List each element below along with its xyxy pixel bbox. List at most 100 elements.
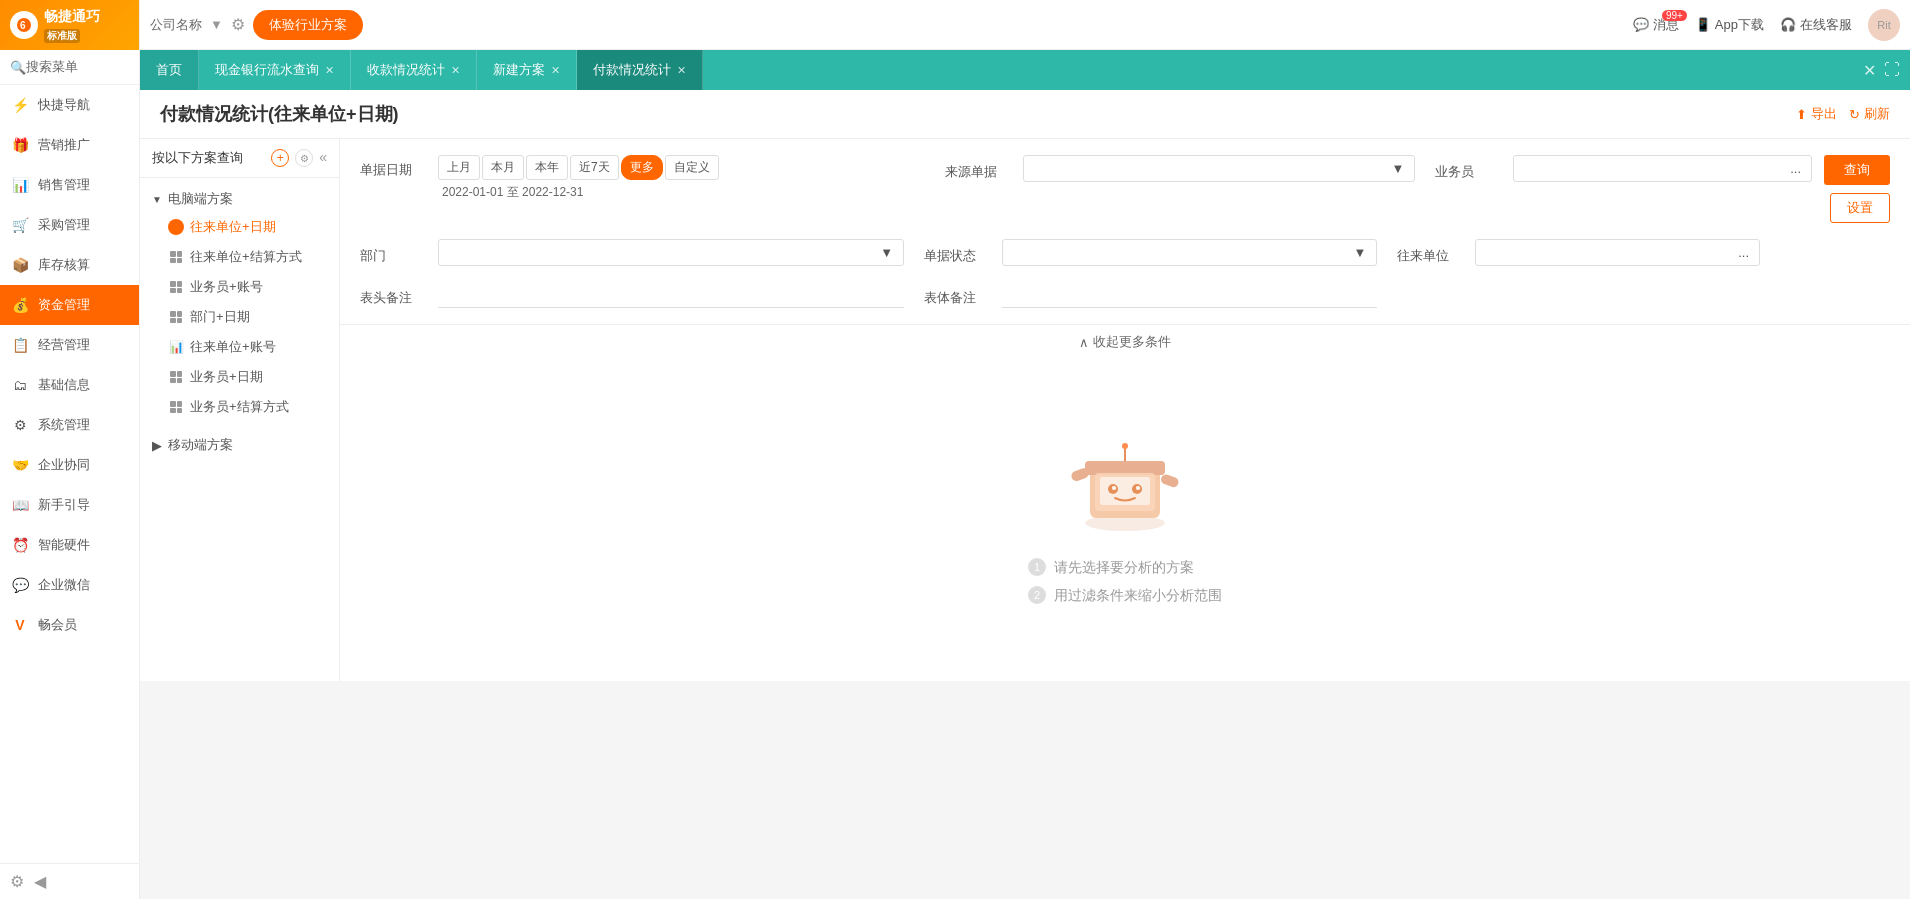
sidebar-item-enterprise[interactable]: 🤝 企业协同 <box>0 445 139 485</box>
sidebar-item-hardware[interactable]: ⏰ 智能硬件 <box>0 525 139 565</box>
note-head-input[interactable] <box>438 282 904 308</box>
tab-expand-icon[interactable]: ⛶ <box>1884 61 1900 79</box>
dept-select[interactable]: ▼ <box>438 239 904 266</box>
dept-dropdown-icon: ▼ <box>880 245 893 260</box>
tab-bank[interactable]: 现金银行流水查询 ✕ <box>199 50 351 90</box>
scheme-settings-btn[interactable]: ⚙ <box>295 149 313 167</box>
date-tab-last-7[interactable]: 近7天 <box>570 155 619 180</box>
hint-num-2: 2 <box>1028 586 1046 604</box>
member-icon: V <box>10 615 30 635</box>
sidebar-item-inventory[interactable]: 📦 库存核算 <box>0 245 139 285</box>
sidebar-item-operation[interactable]: 📋 经营管理 <box>0 325 139 365</box>
sidebar-item-search[interactable]: 🔍 搜索菜单 <box>0 50 139 85</box>
date-tab-this-year[interactable]: 本年 <box>526 155 568 180</box>
filter-row-2: 部门 ▼ 单据状态 ▼ <box>360 239 1890 266</box>
sidebar-item-system[interactable]: ⚙ 系统管理 <box>0 405 139 445</box>
trial-btn[interactable]: 体验行业方案 <box>253 10 363 40</box>
empty-hint: 1 请先选择要分析的方案 2 用过滤条件来缩小分析范围 <box>1028 553 1222 609</box>
collapse-more-btn[interactable]: ∧ 收起更多条件 <box>340 324 1910 359</box>
sidebar-item-finance[interactable]: 💰 资金管理 <box>0 285 139 325</box>
sidebar: 6 畅捷通巧 标准版 🔍 搜索菜单 ⚡ 快捷导航 🎁 营销推广 📊 销售管理 🛒… <box>0 0 140 899</box>
sidebar-settings-btn[interactable]: ⚙ <box>10 872 24 891</box>
tab-new-scheme-close-icon[interactable]: ✕ <box>551 64 560 77</box>
header-right: 💬 消息 99+ 📱 App下载 🎧 在线客服 Rit <box>1633 9 1900 41</box>
note-body-label: 表体备注 <box>924 283 994 307</box>
tab-new-scheme[interactable]: 新建方案 ✕ <box>477 50 577 90</box>
header-settings-icon[interactable]: ⚙ <box>231 15 245 34</box>
date-tab-last-month[interactable]: 上月 <box>438 155 480 180</box>
sidebar-item-wechat[interactable]: 💬 企业微信 <box>0 565 139 605</box>
tab-bank-close-icon[interactable]: ✕ <box>325 64 334 77</box>
scheme-item-dept-date[interactable]: 部门+日期 <box>140 302 339 332</box>
tab-receipt-close-icon[interactable]: ✕ <box>451 64 460 77</box>
salesman-select[interactable]: ... <box>1513 155 1812 182</box>
tab-payment-close-icon[interactable]: ✕ <box>677 64 686 77</box>
scheme-item-salesman-date[interactable]: 业务员+日期 <box>140 362 339 392</box>
empty-state: 1 请先选择要分析的方案 2 用过滤条件来缩小分析范围 <box>340 361 1910 681</box>
company-dropdown-icon[interactable]: ▼ <box>210 17 223 32</box>
app-download-btn[interactable]: 📱 App下载 <box>1695 16 1764 34</box>
scheme-panel: 按以下方案查询 + ⚙ « ▼ 电脑端方案 往来单位+日期 <box>140 139 340 681</box>
refresh-btn[interactable]: ↻ 刷新 <box>1849 105 1890 123</box>
partner-select[interactable]: ... <box>1475 239 1760 266</box>
sidebar-item-guide[interactable]: 📖 新手引导 <box>0 485 139 525</box>
operation-icon: 📋 <box>10 335 30 355</box>
finance-icon: 💰 <box>10 295 30 315</box>
scheme-add-btn[interactable]: + <box>271 149 289 167</box>
scheme-item-unit-date[interactable]: 往来单位+日期 <box>140 212 339 242</box>
sidebar-item-member[interactable]: V 畅会员 <box>0 605 139 645</box>
svg-rect-4 <box>1085 461 1165 475</box>
filter-wrapper: 单据日期 上月 本月 本年 近7天 更多 自定义 20 <box>340 139 1910 681</box>
filter-settings-btn[interactable]: 设置 <box>1830 193 1890 223</box>
filter-row-3: 表头备注 表体备注 <box>360 282 1890 308</box>
svg-point-10 <box>1136 486 1140 490</box>
date-tabs: 上月 本月 本年 近7天 更多 自定义 <box>438 155 719 180</box>
desktop-group-arrow-icon: ▼ <box>152 194 162 205</box>
dept-label: 部门 <box>360 241 430 265</box>
sidebar-item-basic[interactable]: 🗂 基础信息 <box>0 365 139 405</box>
filter-action-area: 查询 设置 <box>1812 155 1890 223</box>
online-service-btn[interactable]: 🎧 在线客服 <box>1780 16 1852 34</box>
logo-text: 畅捷通巧 标准版 <box>44 8 100 43</box>
scheme-item-unit-payment[interactable]: 往来单位+结算方式 <box>140 242 339 272</box>
date-tab-more[interactable]: 更多 <box>621 155 663 180</box>
date-tab-custom[interactable]: 自定义 <box>665 155 719 180</box>
note-body-input[interactable] <box>1002 282 1377 308</box>
main: 付款情况统计(往来单位+日期) ⬆ 导出 ↻ 刷新 按以下方案查询 + ⚙ « <box>140 90 1910 899</box>
enterprise-icon: 🤝 <box>10 455 30 475</box>
mobile-group-arrow-icon: ▶ <box>152 438 162 453</box>
user-avatar[interactable]: Rit <box>1868 9 1900 41</box>
collapse-icon: ∧ <box>1079 335 1089 350</box>
company-name: 公司名称 <box>150 16 202 34</box>
header-left: 公司名称 ▼ ⚙ 体验行业方案 <box>150 10 1633 40</box>
source-select[interactable]: ▼ <box>1023 155 1416 182</box>
svg-point-14 <box>1122 443 1128 449</box>
scheme-chart-icon: 📊 <box>168 339 184 355</box>
scheme-active-icon <box>168 219 184 235</box>
tab-home[interactable]: 首页 <box>140 50 199 90</box>
query-btn[interactable]: 查询 <box>1824 155 1890 185</box>
message-btn[interactable]: 💬 消息 99+ <box>1633 16 1679 34</box>
sidebar-item-sales[interactable]: 📊 销售管理 <box>0 165 139 205</box>
export-btn[interactable]: ⬆ 导出 <box>1796 105 1837 123</box>
search-icon: 🔍 <box>10 60 26 75</box>
sidebar-item-purchase[interactable]: 🛒 采购管理 <box>0 205 139 245</box>
sidebar-item-marketing[interactable]: 🎁 营销推广 <box>0 125 139 165</box>
doc-status-select[interactable]: ▼ <box>1002 239 1377 266</box>
scheme-item-unit-account[interactable]: 📊 往来单位+账号 <box>140 332 339 362</box>
tab-receipt[interactable]: 收款情况统计 ✕ <box>351 50 477 90</box>
mobile-scheme-group-title[interactable]: ▶ 移动端方案 <box>140 430 339 460</box>
tab-payment[interactable]: 付款情况统计 ✕ <box>577 50 703 90</box>
date-tab-this-month[interactable]: 本月 <box>482 155 524 180</box>
scheme-item-salesman-account[interactable]: 业务员+账号 <box>140 272 339 302</box>
empty-illustration <box>1065 433 1185 533</box>
desktop-scheme-group-title[interactable]: ▼ 电脑端方案 <box>140 186 339 212</box>
scheme-collapse-btn[interactable]: « <box>319 149 327 167</box>
svg-text:6: 6 <box>20 20 26 31</box>
tab-close-all-icon[interactable]: ✕ <box>1863 61 1876 80</box>
logo-icon: 6 <box>10 11 38 39</box>
headset-icon: 🎧 <box>1780 17 1796 32</box>
scheme-item-salesman-payment[interactable]: 业务员+结算方式 <box>140 392 339 422</box>
sidebar-item-quick-nav[interactable]: ⚡ 快捷导航 <box>0 85 139 125</box>
sidebar-collapse-btn[interactable]: ◀ <box>34 872 46 891</box>
